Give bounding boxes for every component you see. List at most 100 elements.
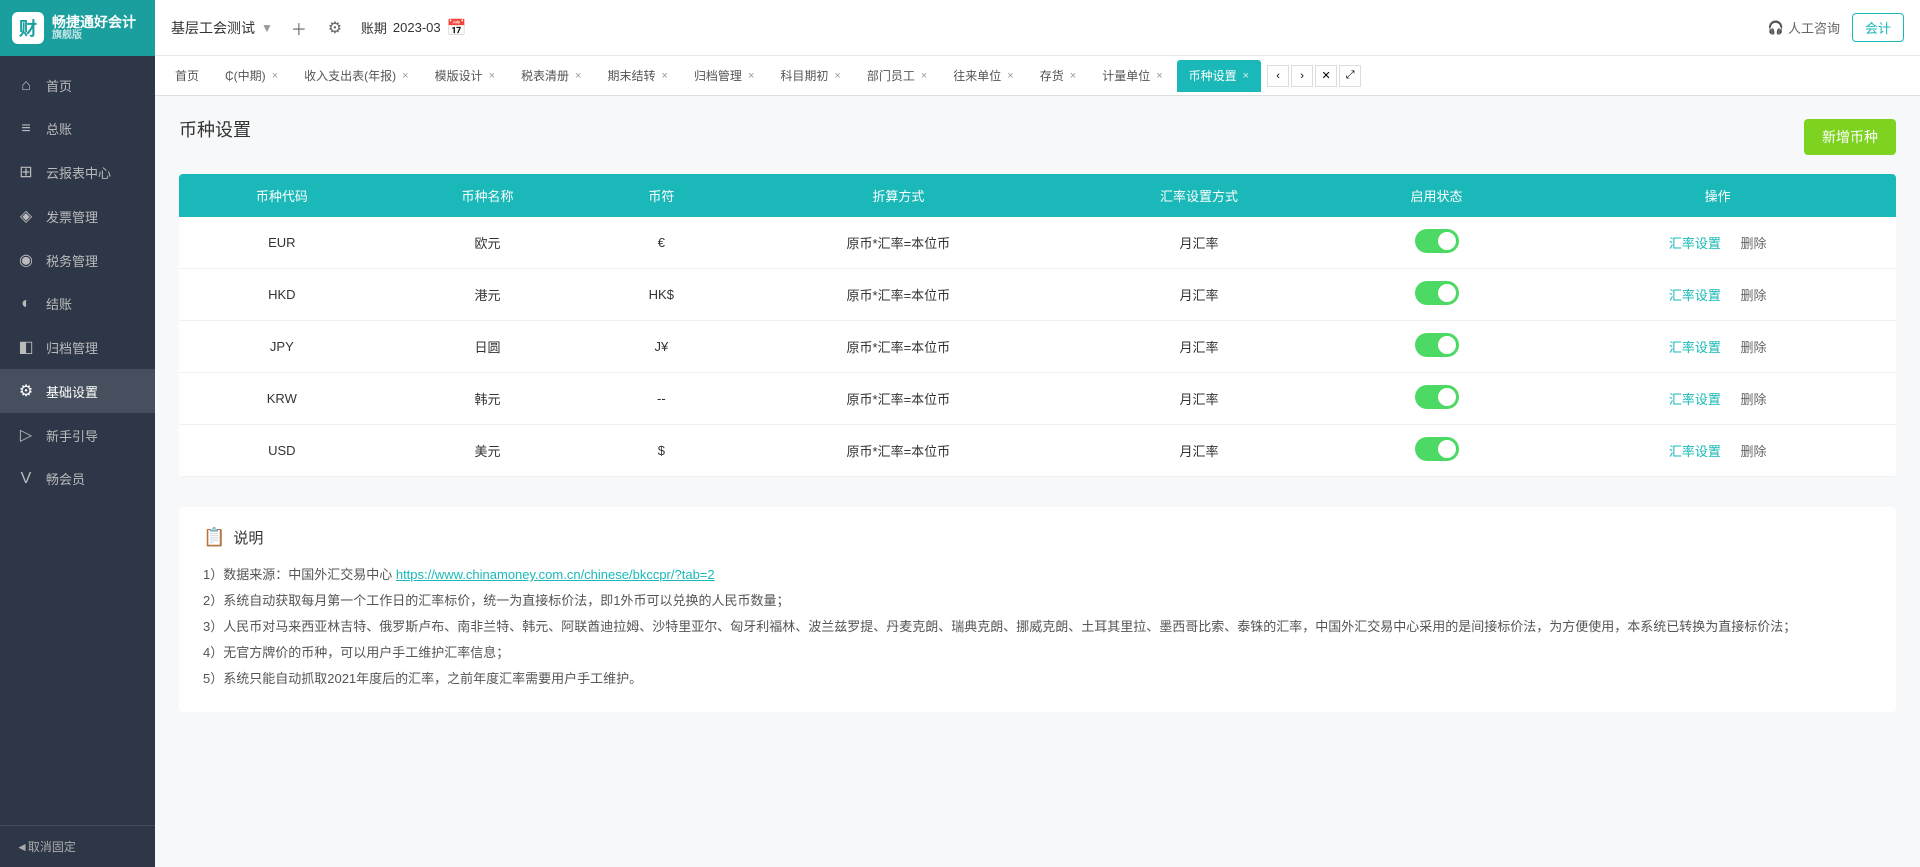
sidebar-item-reports[interactable]: ⊞ 云报表中心 [0,150,155,194]
tab-period[interactable]: ₵(中期) × [213,60,290,92]
rate-setting-link-4[interactable]: 汇率设置 [1669,444,1721,459]
delete-link-2[interactable]: 删除 [1741,340,1767,355]
sidebar-item-tax[interactable]: ◉ 税务管理 [0,238,155,282]
tab-next-button[interactable]: › [1291,65,1313,87]
sidebar-item-ledger[interactable]: ≡ 总账 [0,107,155,150]
close-all-tabs-button[interactable]: ✕ [1315,65,1337,87]
basic-icon: ⚙ [16,381,36,401]
tab-prev-button[interactable]: ‹ [1267,65,1289,87]
tab-inventory[interactable]: 存货 × [1028,60,1088,92]
cell-status-1 [1334,269,1540,321]
tab-income-close[interactable]: × [402,70,408,82]
tab-period-close[interactable]: × [272,70,278,82]
currency-table: 币种代码 币种名称 币符 折算方式 汇率设置方式 启用状态 操作 EUR 欧元 … [179,174,1896,477]
account-button[interactable]: 会计 [1852,13,1904,42]
delete-link-4[interactable]: 删除 [1741,444,1767,459]
rate-setting-link-0[interactable]: 汇率设置 [1669,236,1721,251]
toggle-enabled-2[interactable] [1415,333,1459,357]
cell-calc-1: 原币*汇率=本位币 [732,269,1064,321]
topbar: 基层工会测试 ▼ ＋ ⚙ 账期 2023-03 📅 🎧 人工咨询 会计 [155,0,1920,56]
sidebar-item-basic[interactable]: ⚙ 基础设置 [0,369,155,413]
cell-name-2: 日圆 [385,321,591,373]
tab-template-close[interactable]: × [489,70,495,82]
tab-tax[interactable]: 税表清册 × [509,60,593,92]
sidebar-item-invoice[interactable]: ◈ 发票管理 [0,194,155,238]
pin-label: ◄取消固定 [16,838,76,855]
delete-link-0[interactable]: 删除 [1741,236,1767,251]
cell-symbol-2: J¥ [590,321,732,373]
sidebar-nav: ⌂ 首页 ≡ 总账 ⊞ 云报表中心 ◈ 发票管理 ◉ 税务管理 ◐ 结账 ◧ 归… [0,56,155,825]
notes-external-link[interactable]: https://www.chinamoney.com.cn/chinese/bk… [396,567,715,582]
tab-archive-close[interactable]: × [748,70,754,82]
notes-title-text: 说明 [233,527,263,548]
tab-customer-close[interactable]: × [1007,70,1013,82]
note-item-0: 1）数据来源：中国外汇交易中心 https://www.chinamoney.c… [203,562,1872,588]
add-tab-button[interactable]: ＋ [285,14,313,42]
settlement-icon: ◐ [16,295,36,313]
toggle-enabled-1[interactable] [1415,281,1459,305]
tax-icon: ◉ [16,250,36,270]
tab-customer[interactable]: 往来单位 × [941,60,1025,92]
help-button[interactable]: 🎧 人工咨询 [1768,18,1840,37]
tab-subject[interactable]: 科目期初 × [768,60,852,92]
tab-archive[interactable]: 归档管理 × [682,60,766,92]
tab-template[interactable]: 模版设计 × [423,60,507,92]
note-item-4: 5）系统只能自动抓取2021年度后的汇率，之前年度汇率需要用户手工维护。 [203,666,1872,692]
toggle-enabled-3[interactable] [1415,385,1459,409]
cell-rate-3: 月汇率 [1064,373,1333,425]
tab-period-end[interactable]: 期末结转 × [595,60,679,92]
tab-currency[interactable]: 币种设置 × [1177,60,1261,92]
toggle-enabled-0[interactable] [1415,229,1459,253]
toggle-enabled-4[interactable] [1415,437,1459,461]
tab-income[interactable]: 收入支出表(年报) × [292,60,420,92]
cell-actions-2: 汇率设置 删除 [1539,321,1896,373]
cell-code-2: JPY [179,321,385,373]
settings-icon[interactable]: ⚙ [321,14,349,42]
tab-currency-close[interactable]: × [1243,70,1249,82]
guide-icon: ▷ [16,425,36,445]
topbar-right: 🎧 人工咨询 会计 [1768,13,1904,42]
maximize-button[interactable]: ⤢ [1339,65,1361,87]
project-selector[interactable]: 基层工会测试 ▼ [171,18,273,38]
delete-link-1[interactable]: 删除 [1741,288,1767,303]
sidebar-item-settlement[interactable]: ◐ 结账 [0,282,155,325]
sidebar-pin-toggle[interactable]: ◄取消固定 [0,825,155,867]
sidebar-item-guide[interactable]: ▷ 新手引导 [0,413,155,457]
sidebar-item-archive[interactable]: ◧ 归档管理 [0,325,155,369]
delete-link-3[interactable]: 删除 [1741,392,1767,407]
tab-dept[interactable]: 部门员工 × [855,60,939,92]
tab-home[interactable]: 首页 [163,60,211,92]
rate-setting-link-3[interactable]: 汇率设置 [1669,392,1721,407]
tab-tax-close[interactable]: × [575,70,581,82]
project-name: 基层工会测试 [171,18,255,38]
tab-period-end-close[interactable]: × [661,70,667,82]
rate-setting-link-2[interactable]: 汇率设置 [1669,340,1721,355]
tab-dept-close[interactable]: × [921,70,927,82]
sidebar-item-home[interactable]: ⌂ 首页 [0,64,155,107]
main-area: 基层工会测试 ▼ ＋ ⚙ 账期 2023-03 📅 🎧 人工咨询 会计 首页 [155,0,1920,867]
cell-rate-0: 月汇率 [1064,217,1333,269]
cell-rate-4: 月汇率 [1064,425,1333,477]
table-row: HKD 港元 HK$ 原币*汇率=本位币 月汇率 汇率设置 删除 [179,269,1896,321]
sidebar-label-reports: 云报表中心 [46,163,111,182]
new-currency-button[interactable]: 新增币种 [1804,119,1896,155]
cell-symbol-1: HK$ [590,269,732,321]
sidebar-label-tax: 税务管理 [46,251,98,270]
tab-subject-label: 科目期初 [780,67,828,84]
cell-code-1: HKD [179,269,385,321]
sidebar-item-member[interactable]: V 畅会员 [0,457,155,500]
tab-unit-close[interactable]: × [1156,70,1162,82]
col-header-name: 币种名称 [385,174,591,217]
tab-tax-label: 税表清册 [521,67,569,84]
calendar-icon: 📅 [447,18,467,38]
topbar-actions: ＋ ⚙ [285,14,349,42]
tab-inventory-close[interactable]: × [1070,70,1076,82]
table-row: KRW 韩元 -- 原币*汇率=本位币 月汇率 汇率设置 删除 [179,373,1896,425]
notes-title: 📋 说明 [203,527,1872,548]
app-subtitle: 旗舰版 [52,30,136,42]
period-selector[interactable]: 账期 2023-03 📅 [361,18,467,38]
rate-setting-link-1[interactable]: 汇率设置 [1669,288,1721,303]
tab-unit[interactable]: 计量单位 × [1090,60,1174,92]
tab-template-label: 模版设计 [435,67,483,84]
tab-subject-close[interactable]: × [834,70,840,82]
